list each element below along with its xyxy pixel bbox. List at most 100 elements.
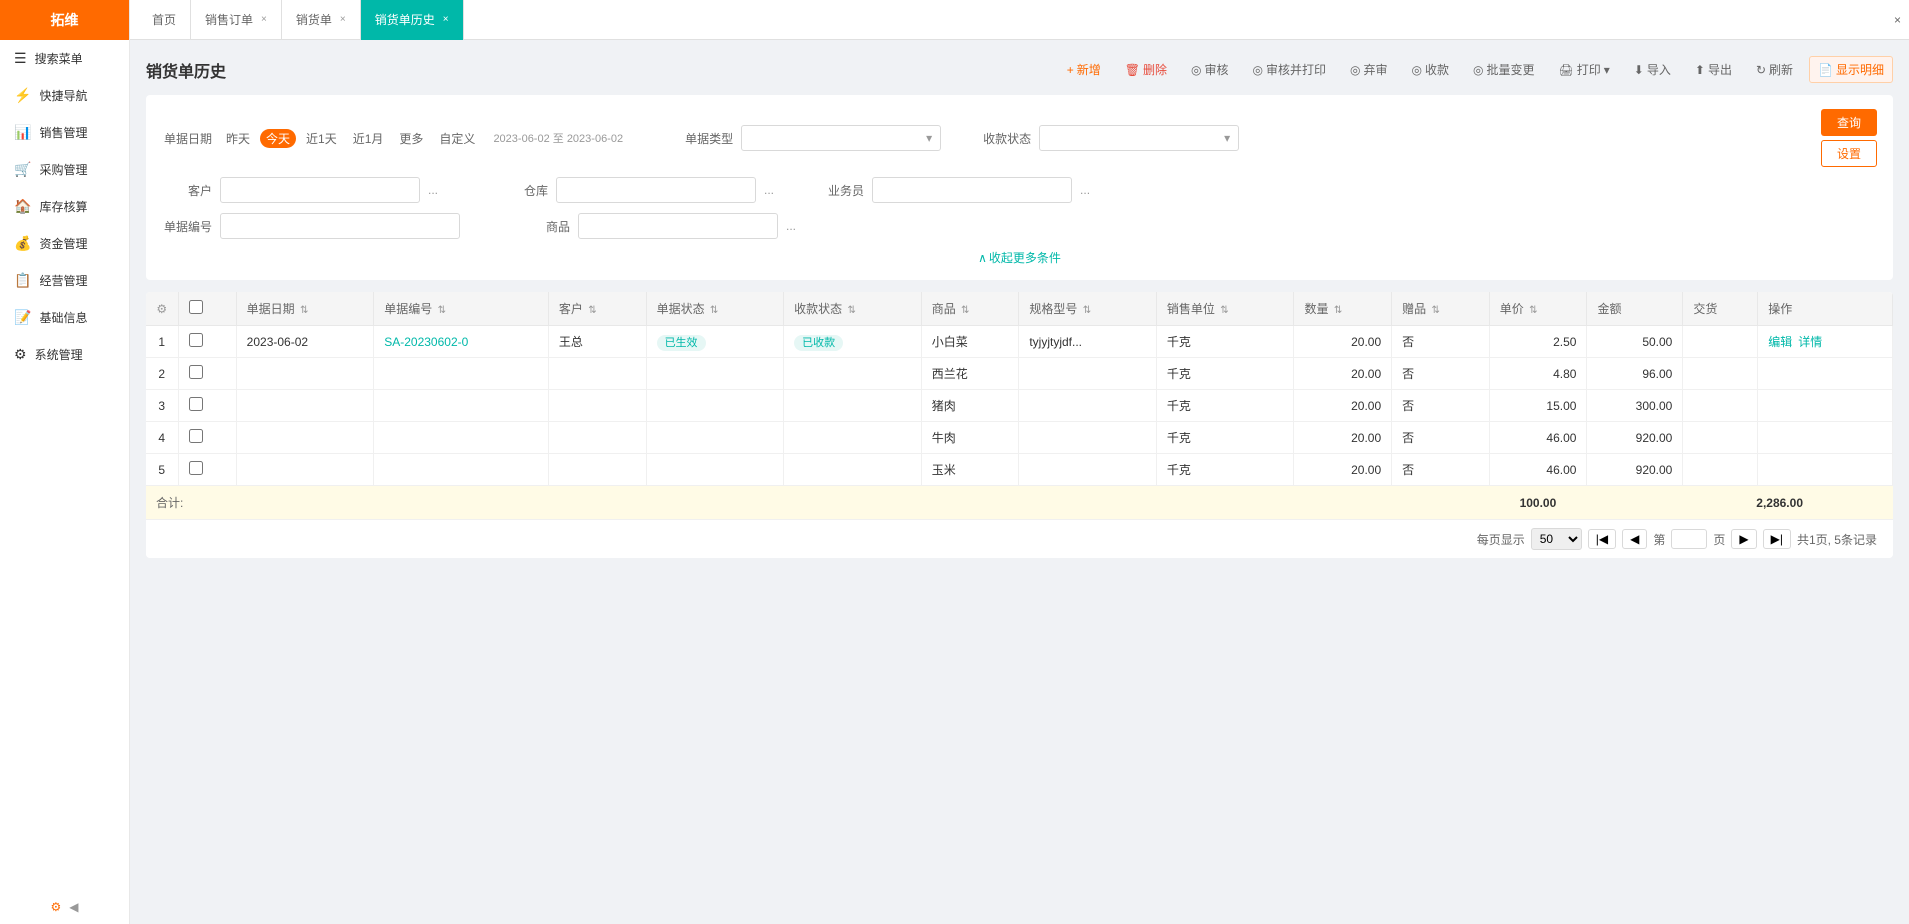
sidebar-item-sales-mgmt[interactable]: 📊 销售管理 <box>0 114 129 151</box>
row-collect-status <box>784 422 922 454</box>
export-button[interactable]: ⬆ 导出 <box>1687 57 1740 82</box>
gear-icon[interactable]: ⚙ <box>156 302 167 316</box>
sidebar-item-label: 基础信息 <box>39 309 87 326</box>
col-date-header[interactable]: 单据日期 ⇅ <box>236 292 374 326</box>
col-unit-header[interactable]: 销售单位 ⇅ <box>1156 292 1294 326</box>
row-select-checkbox[interactable] <box>189 429 203 443</box>
row-select-checkbox[interactable] <box>189 397 203 411</box>
sidebar-item-finance[interactable]: 💰 资金管理 <box>0 225 129 262</box>
sidebar-item-purchase-mgmt[interactable]: 🛒 采购管理 <box>0 151 129 188</box>
sidebar-settings-icon[interactable]: ⚙ <box>51 900 62 914</box>
col-collectstatus-header[interactable]: 收款状态 ⇅ <box>784 292 922 326</box>
col-customer-header[interactable]: 客户 ⇅ <box>548 292 646 326</box>
collect-icon: ◎ <box>1412 63 1422 77</box>
sidebar-item-search-menu[interactable]: ☰ 搜索菜单 <box>0 40 129 77</box>
row-doc-status: 已生效 <box>646 326 784 358</box>
row-unit: 千克 <box>1156 390 1294 422</box>
date-tag-last7[interactable]: 近1天 <box>300 129 343 148</box>
doc-number-input[interactable] <box>220 213 460 239</box>
tab-sales-delivery-close[interactable]: × <box>340 14 346 25</box>
page-prev-button[interactable]: ◀ <box>1622 529 1647 549</box>
sidebar-item-basic-info[interactable]: 📝 基础信息 <box>0 299 129 336</box>
business-input[interactable] <box>872 177 1072 203</box>
col-gift-header[interactable]: 赠品 ⇅ <box>1392 292 1490 326</box>
row-select-checkbox[interactable] <box>189 461 203 475</box>
business-dots[interactable]: ... <box>1080 183 1090 197</box>
tab-sales-order-close[interactable]: × <box>261 14 267 25</box>
page-header: 销货单历史 + 新增 🗑 删除 ◎ 审核 ◎ 审核并打印 <box>146 56 1893 83</box>
tab-home[interactable]: 首页 <box>138 0 191 40</box>
page-last-button[interactable]: ▶| <box>1763 529 1791 549</box>
collect-status-badge: 已收款 <box>794 335 843 351</box>
row-spec <box>1019 390 1157 422</box>
page-number-input[interactable]: 1 <box>1671 529 1707 549</box>
row-select-checkbox[interactable] <box>189 333 203 347</box>
sidebar-item-system[interactable]: ⚙ 系统管理 <box>0 336 129 373</box>
col-qty-header[interactable]: 数量 ⇅ <box>1294 292 1392 326</box>
print-button[interactable]: 🖨 打印 ▾ <box>1551 57 1618 82</box>
print-icon: 🖨 <box>1559 63 1574 77</box>
customer-input[interactable] <box>220 177 420 203</box>
goods-dots[interactable]: ... <box>786 219 796 233</box>
customer-dots[interactable]: ... <box>428 183 438 197</box>
table-row: 3 猪肉 千克 20.00 否 15.00 300.00 <box>146 390 1893 422</box>
refresh-button[interactable]: ↻ 刷新 <box>1748 57 1801 82</box>
sidebar-item-quick-nav[interactable]: ⚡ 快捷导航 <box>0 77 129 114</box>
refresh-icon: ↻ <box>1756 63 1766 77</box>
collect-status-select[interactable]: ▾ <box>1039 125 1239 151</box>
row-checkbox <box>178 358 236 390</box>
row-price: 2.50 <box>1489 326 1587 358</box>
col-docno-header[interactable]: 单据编号 ⇅ <box>374 292 549 326</box>
new-button[interactable]: + 新增 <box>1059 57 1109 82</box>
date-tag-last30[interactable]: 近1月 <box>347 129 390 148</box>
doc-type-select[interactable]: ▾ <box>741 125 941 151</box>
query-button[interactable]: 查询 <box>1821 109 1877 136</box>
audit-print-button[interactable]: ◎ 审核并打印 <box>1245 57 1335 82</box>
col-spec-header[interactable]: 规格型号 ⇅ <box>1019 292 1157 326</box>
row-actions <box>1758 358 1893 390</box>
per-page-select[interactable]: 50 100 200 <box>1531 528 1582 550</box>
date-tag-yesterday[interactable]: 昨天 <box>220 129 256 148</box>
page-first-button[interactable]: |◀ <box>1588 529 1616 549</box>
abandon-button[interactable]: ◎ 弃审 <box>1342 57 1396 82</box>
row-gift: 否 <box>1392 326 1490 358</box>
setting-button[interactable]: 设置 <box>1821 140 1877 167</box>
action-btn[interactable]: 编辑 <box>1768 335 1792 349</box>
tab-sales-delivery[interactable]: 销货单 × <box>282 0 361 40</box>
col-docstatus-header[interactable]: 单据状态 ⇅ <box>646 292 784 326</box>
action-btn[interactable]: 详情 <box>1798 335 1822 349</box>
page-next-button[interactable]: ▶ <box>1731 529 1756 549</box>
tab-sales-order[interactable]: 销售订单 × <box>191 0 282 40</box>
col-price-header[interactable]: 单价 ⇅ <box>1489 292 1587 326</box>
sidebar-collapse-icon[interactable]: ◀ <box>69 900 78 914</box>
date-tag-custom[interactable]: 自定义 <box>433 129 481 148</box>
show-detail-button[interactable]: 📄 显示明细 <box>1809 56 1893 83</box>
sidebar-item-inventory[interactable]: 🏠 库存核算 <box>0 188 129 225</box>
row-docno <box>374 422 549 454</box>
tab-sales-history-close[interactable]: × <box>443 14 449 25</box>
docno-link[interactable]: SA-20230602-0 <box>384 335 468 349</box>
collapse-button[interactable]: ∧ 收起更多条件 <box>162 249 1877 266</box>
sidebar-item-operation[interactable]: 📋 经营管理 <box>0 262 129 299</box>
row-select-checkbox[interactable] <box>189 365 203 379</box>
date-tag-more[interactable]: 更多 <box>393 129 429 148</box>
row-customer <box>548 390 646 422</box>
audit-button[interactable]: ◎ 审核 <box>1183 57 1237 82</box>
row-goods: 猪肉 <box>921 390 1019 422</box>
batch-change-button[interactable]: ◎ 批量变更 <box>1465 57 1543 82</box>
row-trade <box>1683 326 1758 358</box>
goods-input[interactable] <box>578 213 778 239</box>
tab-close-all[interactable]: × <box>1894 13 1901 27</box>
collect-button[interactable]: ◎ 收款 <box>1404 57 1458 82</box>
date-tag-today[interactable]: 今天 <box>260 129 296 148</box>
footer-label: 合计: <box>156 494 183 511</box>
tab-sales-history[interactable]: 销货单历史 × <box>361 0 464 40</box>
col-goods-header[interactable]: 商品 ⇅ <box>921 292 1019 326</box>
delete-button[interactable]: 🗑 删除 <box>1117 57 1175 82</box>
select-all-checkbox[interactable] <box>189 300 203 314</box>
row-collect-status <box>784 358 922 390</box>
import-button[interactable]: ⬇ 导入 <box>1626 57 1679 82</box>
search-menu-icon: ☰ <box>14 50 27 67</box>
warehouse-dots[interactable]: ... <box>764 183 774 197</box>
warehouse-input[interactable] <box>556 177 756 203</box>
